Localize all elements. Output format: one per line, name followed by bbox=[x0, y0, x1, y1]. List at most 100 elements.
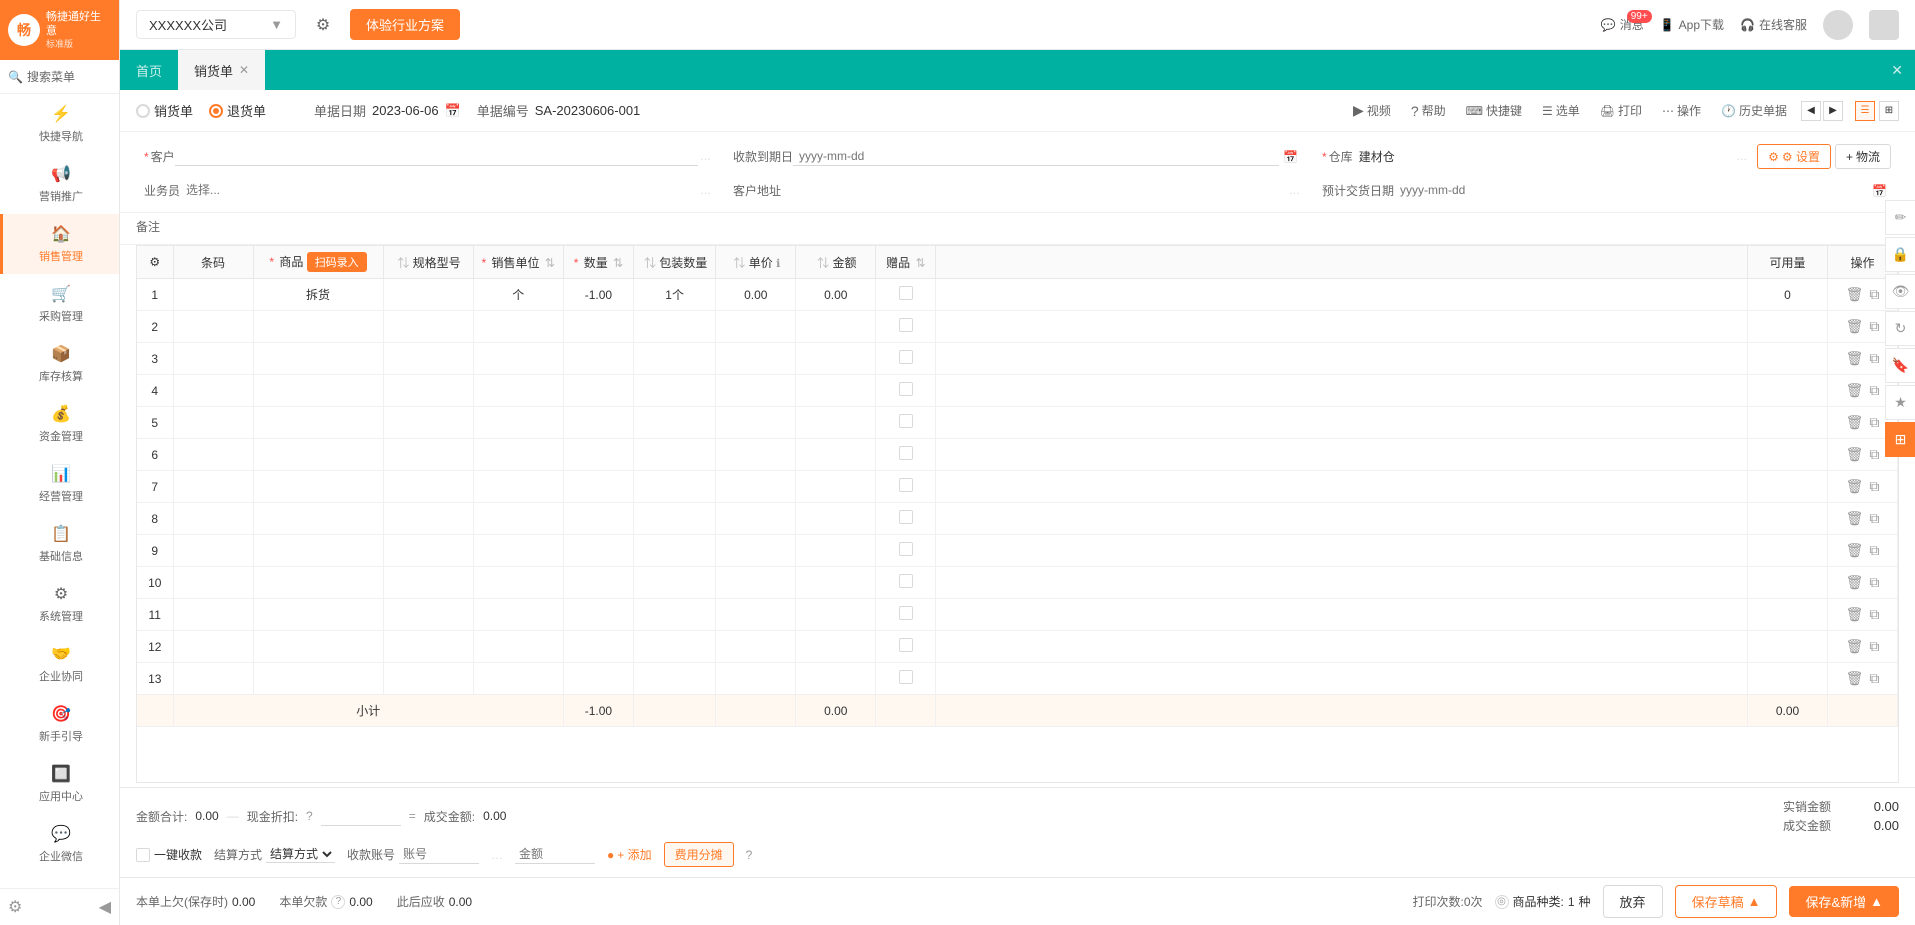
user-menu-icon[interactable] bbox=[1869, 10, 1899, 40]
sidebar-item-finance[interactable]: 💰 资金管理 bbox=[0, 394, 119, 454]
select-btn[interactable]: ☰ 选单 bbox=[1536, 100, 1586, 121]
float-star-icon[interactable]: ★ bbox=[1885, 385, 1915, 420]
tab-sales-order[interactable]: 销货单 ✕ bbox=[178, 50, 265, 90]
sidebar-item-marketing[interactable]: 📢 营销推广 bbox=[0, 154, 119, 214]
delete-row-btn[interactable]: 🗑 bbox=[1846, 414, 1864, 431]
tab-close-icon[interactable]: ✕ bbox=[239, 63, 249, 77]
expense-split-btn[interactable]: 费用分摊 bbox=[664, 842, 734, 867]
expected-date-calendar-icon[interactable]: 📅 bbox=[1868, 184, 1891, 198]
account-ellipsis-icon[interactable]: … bbox=[491, 848, 503, 862]
print-btn[interactable]: 🖨 打印 bbox=[1594, 100, 1648, 121]
delete-row-btn[interactable]: 🗑 bbox=[1846, 670, 1864, 687]
help-btn[interactable]: ? 帮助 bbox=[1405, 100, 1452, 121]
due-date-calendar-icon[interactable]: 📅 bbox=[1279, 150, 1302, 164]
logistics-action-btn[interactable]: + 物流 bbox=[1835, 144, 1891, 169]
copy-row-btn[interactable]: ⧉ bbox=[1869, 638, 1879, 655]
save-new-button[interactable]: 保存&新增 ▲ bbox=[1789, 886, 1899, 917]
date-calendar-icon[interactable]: 📅 bbox=[445, 103, 461, 119]
cell-price-1[interactable]: 0.00 bbox=[716, 279, 796, 311]
topbar-settings-icon[interactable]: ⚙ bbox=[308, 10, 338, 40]
discount-info-icon[interactable]: ? bbox=[306, 809, 313, 823]
delete-row-btn[interactable]: 🗑 bbox=[1846, 318, 1864, 335]
delete-row-btn[interactable]: 🗑 bbox=[1846, 606, 1864, 623]
remark-input[interactable] bbox=[164, 217, 1899, 236]
collapse-icon[interactable]: ◀ bbox=[99, 897, 111, 917]
copy-row-btn[interactable]: ⧉ bbox=[1869, 286, 1879, 303]
float-lock-icon[interactable]: 🔒 bbox=[1885, 237, 1915, 272]
delete-row-btn[interactable]: 🗑 bbox=[1846, 446, 1864, 463]
sidebar-item-operation[interactable]: 📊 经营管理 bbox=[0, 454, 119, 514]
cell-spec-1[interactable] bbox=[383, 279, 473, 311]
delete-row-btn[interactable]: 🗑 bbox=[1846, 478, 1864, 495]
customer-addr-input[interactable] bbox=[781, 181, 1287, 200]
next-arrow[interactable]: ▶ bbox=[1823, 101, 1843, 121]
float-refresh-icon[interactable]: ↻ bbox=[1885, 311, 1915, 346]
copy-row-btn[interactable]: ⧉ bbox=[1869, 350, 1879, 367]
settings-action-btn[interactable]: ⚙ ⚙ 设置 bbox=[1757, 144, 1831, 169]
add-payment-btn[interactable]: ● + 添加 bbox=[607, 846, 652, 863]
discard-button[interactable]: 放弃 bbox=[1603, 885, 1663, 918]
account-input[interactable] bbox=[399, 845, 479, 864]
float-edit-icon[interactable]: ✏ bbox=[1885, 200, 1915, 235]
copy-row-btn[interactable]: ⧉ bbox=[1869, 574, 1879, 591]
sidebar-item-member[interactable]: ✓ 畅会员 bbox=[0, 874, 119, 888]
payment-amount-input[interactable] bbox=[515, 845, 595, 864]
sidebar-item-wechat[interactable]: 💬 企业微信 bbox=[0, 814, 119, 874]
delete-row-btn[interactable]: 🗑 bbox=[1846, 638, 1864, 655]
prev-arrow[interactable]: ◀ bbox=[1801, 101, 1821, 121]
delete-row-btn[interactable]: 🗑 bbox=[1846, 350, 1864, 367]
copy-row-btn[interactable]: ⧉ bbox=[1869, 478, 1879, 495]
copy-row-btn[interactable]: ⧉ bbox=[1869, 414, 1879, 431]
sidebar-item-enterprise[interactable]: 🤝 企业协同 bbox=[0, 634, 119, 694]
app-download-button[interactable]: 📱 App下载 bbox=[1660, 16, 1724, 33]
pay-method-select[interactable]: 结算方式 bbox=[266, 846, 335, 863]
copy-row-btn[interactable]: ⧉ bbox=[1869, 606, 1879, 623]
delete-row-btn[interactable]: 🗑 bbox=[1846, 286, 1864, 303]
delete-row-btn[interactable]: 🗑 bbox=[1846, 382, 1864, 399]
close-all-tabs-button[interactable]: ✕ bbox=[1879, 50, 1915, 90]
delete-row-btn[interactable]: 🗑 bbox=[1846, 510, 1864, 527]
salesperson-ellipsis-icon[interactable]: … bbox=[698, 185, 713, 197]
settings-gear-icon[interactable]: ⚙ bbox=[8, 897, 22, 917]
price-info-icon[interactable]: ℹ bbox=[776, 258, 780, 270]
cell-barcode-1[interactable] bbox=[173, 279, 253, 311]
discount-input[interactable] bbox=[321, 807, 401, 826]
sidebar-item-inventory[interactable]: 📦 库存核算 bbox=[0, 334, 119, 394]
online-service-button[interactable]: 🎧 在线客服 bbox=[1740, 16, 1807, 33]
cell-gift-1[interactable] bbox=[876, 279, 936, 311]
sidebar-item-quick-nav[interactable]: ⚡ 快捷导航 bbox=[0, 94, 119, 154]
sidebar-item-sales[interactable]: 🏠 销售管理 bbox=[0, 214, 119, 274]
copy-row-btn[interactable]: ⧉ bbox=[1869, 446, 1879, 463]
radio-return[interactable]: 退货单 bbox=[209, 101, 266, 120]
company-selector[interactable]: XXXXXX公司 ▼ bbox=[136, 10, 296, 39]
sidebar-item-appstore[interactable]: 🔲 应用中心 bbox=[0, 754, 119, 814]
sidebar-item-guide[interactable]: 🎯 新手引导 bbox=[0, 694, 119, 754]
copy-row-btn[interactable]: ⧉ bbox=[1869, 542, 1879, 559]
copy-row-btn[interactable]: ⧉ bbox=[1869, 318, 1879, 335]
scan-btn[interactable]: 扫码录入 bbox=[307, 252, 367, 272]
search-menu[interactable]: 🔍 搜索菜单 bbox=[0, 60, 119, 94]
sidebar-item-purchase[interactable]: 🛒 采购管理 bbox=[0, 274, 119, 334]
user-avatar[interactable] bbox=[1823, 10, 1853, 40]
message-button[interactable]: 💬 消息 99+ bbox=[1601, 16, 1644, 33]
customer-ellipsis-icon[interactable]: … bbox=[698, 151, 713, 163]
delete-row-btn[interactable]: 🗑 bbox=[1846, 574, 1864, 591]
shortcut-btn[interactable]: ⌨ 快捷键 bbox=[1460, 100, 1528, 121]
overdue-info-icon[interactable]: ? bbox=[331, 895, 345, 909]
expense-info-icon[interactable]: ? bbox=[746, 848, 753, 862]
customer-input[interactable] bbox=[175, 147, 698, 166]
radio-sales[interactable]: 销货单 bbox=[136, 101, 193, 120]
cell-qty-1[interactable]: -1.00 bbox=[563, 279, 633, 311]
sidebar-item-system[interactable]: ⚙ 系统管理 bbox=[0, 574, 119, 634]
float-action-icon[interactable]: ⊞ bbox=[1885, 422, 1915, 457]
copy-row-btn[interactable]: ⧉ bbox=[1869, 382, 1879, 399]
history-btn[interactable]: 🕐 历史单据 bbox=[1715, 100, 1793, 121]
float-eye-icon[interactable]: 👁 bbox=[1885, 274, 1915, 309]
sidebar-item-basic[interactable]: 📋 基础信息 bbox=[0, 514, 119, 574]
trial-button[interactable]: 体验行业方案 bbox=[350, 9, 460, 40]
tab-home[interactable]: 首页 bbox=[120, 50, 178, 90]
due-date-input[interactable] bbox=[793, 147, 1279, 166]
copy-row-btn[interactable]: ⧉ bbox=[1869, 670, 1879, 687]
video-btn[interactable]: ▶ 视频 bbox=[1347, 100, 1397, 121]
float-bookmark-icon[interactable]: 🔖 bbox=[1885, 348, 1915, 383]
